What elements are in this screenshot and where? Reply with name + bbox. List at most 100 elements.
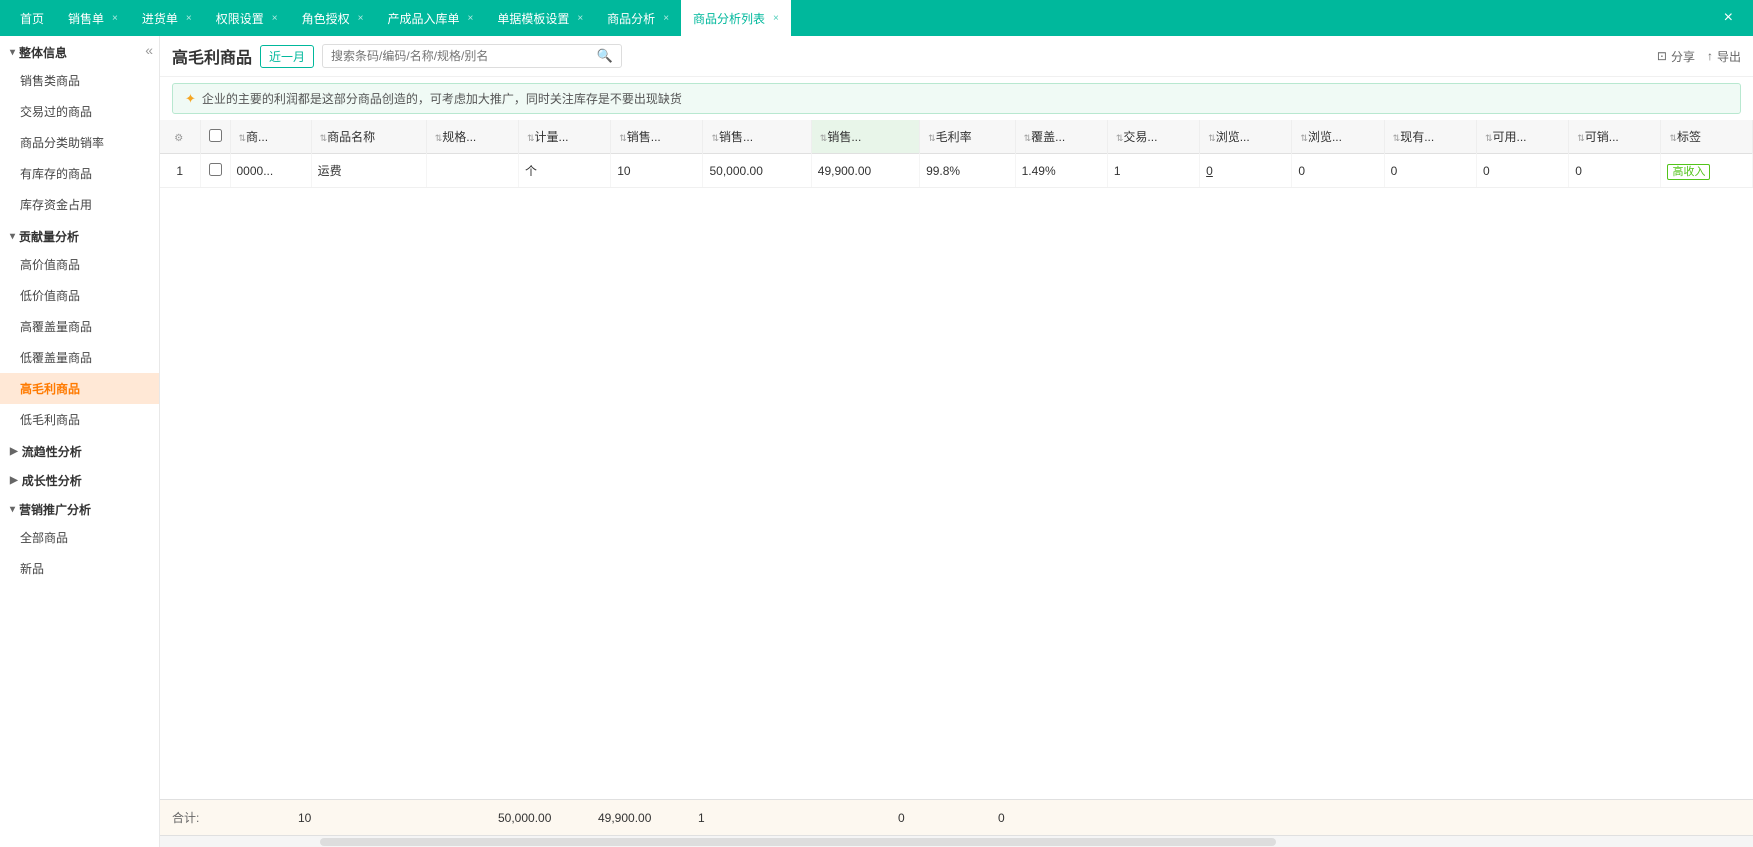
sort-icon: ⇅: [435, 133, 443, 143]
horizontal-scrollbar[interactable]: [160, 835, 1753, 847]
sort-icon: ⇅: [1393, 133, 1401, 143]
sort-icon: ⇅: [711, 133, 719, 143]
sidebar-item-category-assist[interactable]: 商品分类助销率: [0, 127, 159, 158]
nav-purchase[interactable]: 进货单 ×: [130, 0, 204, 36]
cell-unit: 个: [518, 154, 610, 188]
nav-sales[interactable]: 销售单 ×: [56, 0, 130, 36]
share-button[interactable]: ⊡ 分享: [1657, 48, 1695, 65]
col-gross-rate: ⇅毛利率: [920, 120, 1016, 154]
table-wrapper[interactable]: ⚙ ⇅商... ⇅商品名称 ⇅规格...: [160, 120, 1753, 799]
footer-available2: 0: [992, 811, 1092, 825]
sidebar-group-growth[interactable]: ▶ 成长性分析: [0, 464, 159, 493]
footer-sales-qty: 10: [292, 811, 492, 825]
sidebar-item-traded-goods[interactable]: 交易过的商品: [0, 96, 159, 127]
nav-roles[interactable]: 角色授权 ×: [290, 0, 376, 36]
content-area: 高毛利商品 近一月 🔍 ⊡ 分享 ↑ 导出 ✦ 企业的主要的利润都是这部分商品创…: [160, 36, 1753, 847]
sidebar-item-new-goods[interactable]: 新品: [0, 553, 159, 584]
sidebar-item-stock-capital[interactable]: 库存资金占用: [0, 189, 159, 220]
close-icon[interactable]: ×: [358, 13, 364, 24]
sidebar-collapse-button[interactable]: «: [145, 42, 153, 58]
close-icon[interactable]: ×: [773, 13, 779, 24]
search-box: 🔍: [322, 44, 622, 68]
cell-index: 1: [160, 154, 200, 188]
col-available2: ⇅可用...: [1476, 120, 1568, 154]
nav-analysis[interactable]: 商品分析 ×: [595, 0, 681, 36]
cell-browse1[interactable]: 0: [1200, 154, 1292, 188]
sort-icon: ⇅: [820, 133, 828, 143]
nav-inventory[interactable]: 产成品入库单 ×: [375, 0, 485, 36]
close-icon[interactable]: ×: [112, 13, 118, 24]
nav-template[interactable]: 单据模板设置 ×: [485, 0, 595, 36]
close-icon[interactable]: ×: [186, 13, 192, 24]
row-checkbox[interactable]: [209, 163, 222, 176]
sidebar-group-overall[interactable]: ▾ 整体信息: [0, 36, 159, 65]
nav-analysis-list[interactable]: 商品分析列表 ×: [681, 0, 791, 36]
sort-icon: ⇅: [1577, 133, 1585, 143]
close-icon[interactable]: ×: [577, 13, 583, 24]
table-row: 1 0000... 运费 个 10 50,000.00 49,900.00 99…: [160, 154, 1753, 188]
sidebar-item-all-goods[interactable]: 全部商品: [0, 522, 159, 553]
close-icon[interactable]: ×: [272, 13, 278, 24]
cell-gross-rate: 99.8%: [920, 154, 1016, 188]
sidebar-item-high-coverage[interactable]: 高覆盖量商品: [0, 311, 159, 342]
sort-icon: ⇅: [527, 133, 535, 143]
sidebar-group-contribution[interactable]: ▾ 贡献量分析: [0, 220, 159, 249]
nav-permissions[interactable]: 权限设置 ×: [204, 0, 290, 36]
sidebar-item-low-margin[interactable]: 低毛利商品: [0, 404, 159, 435]
col-coverage: ⇅覆盖...: [1015, 120, 1107, 154]
sidebar-group-marketing[interactable]: ▾ 营销推广分析: [0, 493, 159, 522]
sort-icon: ⇅: [239, 133, 247, 143]
cell-sellable: 0: [1569, 154, 1661, 188]
footer-available1: 0: [892, 811, 992, 825]
footer-sales-amount: 50,000.00: [492, 811, 592, 825]
header-actions: ⊡ 分享 ↑ 导出: [1657, 48, 1741, 65]
close-icon[interactable]: ×: [663, 13, 669, 24]
info-icon: ✦: [185, 91, 196, 107]
col-tag: ⇅标签: [1661, 120, 1753, 154]
page-title: 高毛利商品: [172, 44, 252, 68]
select-all-checkbox[interactable]: [209, 129, 222, 142]
cell-sales-qty: 10: [611, 154, 703, 188]
table-header-row: ⚙ ⇅商... ⇅商品名称 ⇅规格...: [160, 120, 1753, 154]
settings-icon[interactable]: ⚙: [174, 133, 183, 144]
cell-tag: 高收入: [1661, 154, 1753, 188]
export-button[interactable]: ↑ 导出: [1707, 48, 1741, 65]
col-sales-qty: ⇅销售...: [611, 120, 703, 154]
sidebar-item-high-value[interactable]: 高价值商品: [0, 249, 159, 280]
sort-icon: ⇅: [1024, 133, 1032, 143]
scrollbar-thumb[interactable]: [320, 838, 1276, 846]
sidebar-item-low-value[interactable]: 低价值商品: [0, 280, 159, 311]
cell-code: 0000...: [230, 154, 311, 188]
footer-total-bar: 合计: 10 50,000.00 49,900.00 1 0 0: [160, 799, 1753, 835]
sort-icon: ⇅: [928, 133, 936, 143]
sort-icon: ⇅: [1485, 133, 1493, 143]
sidebar-item-low-coverage[interactable]: 低覆盖量商品: [0, 342, 159, 373]
search-icon[interactable]: 🔍: [597, 48, 613, 64]
cell-coverage: 1.49%: [1015, 154, 1107, 188]
sidebar-item-stocked-goods[interactable]: 有库存的商品: [0, 158, 159, 189]
chevron-right-icon: ▶: [10, 475, 18, 486]
sort-icon: ⇅: [1116, 133, 1124, 143]
sidebar-item-sales-goods[interactable]: 销售类商品: [0, 65, 159, 96]
col-checkbox: [200, 120, 230, 154]
col-browse2: ⇅浏览...: [1292, 120, 1384, 154]
cell-transactions: 1: [1107, 154, 1199, 188]
time-filter-button[interactable]: 近一月: [260, 45, 314, 68]
close-icon[interactable]: ×: [467, 13, 473, 24]
cell-checkbox: [200, 154, 230, 188]
export-icon: ↑: [1707, 49, 1713, 63]
total-label: 合计:: [172, 809, 292, 826]
cell-name[interactable]: 运费: [311, 154, 426, 188]
sidebar-item-high-margin[interactable]: 高毛利商品: [0, 373, 159, 404]
nav-home[interactable]: 首页: [8, 0, 56, 36]
col-sales-amount: ⇅销售...: [703, 120, 811, 154]
window-close-button[interactable]: ×: [1712, 9, 1745, 27]
cell-available1: 0: [1384, 154, 1476, 188]
col-transactions: ⇅交易...: [1107, 120, 1199, 154]
sidebar-group-trend[interactable]: ▶ 流趋性分析: [0, 435, 159, 464]
col-unit: ⇅计量...: [518, 120, 610, 154]
content-header: 高毛利商品 近一月 🔍 ⊡ 分享 ↑ 导出: [160, 36, 1753, 77]
col-browse1: ⇅浏览...: [1200, 120, 1292, 154]
cell-sales-cost: 49,900.00: [811, 154, 919, 188]
search-input[interactable]: [331, 49, 593, 63]
